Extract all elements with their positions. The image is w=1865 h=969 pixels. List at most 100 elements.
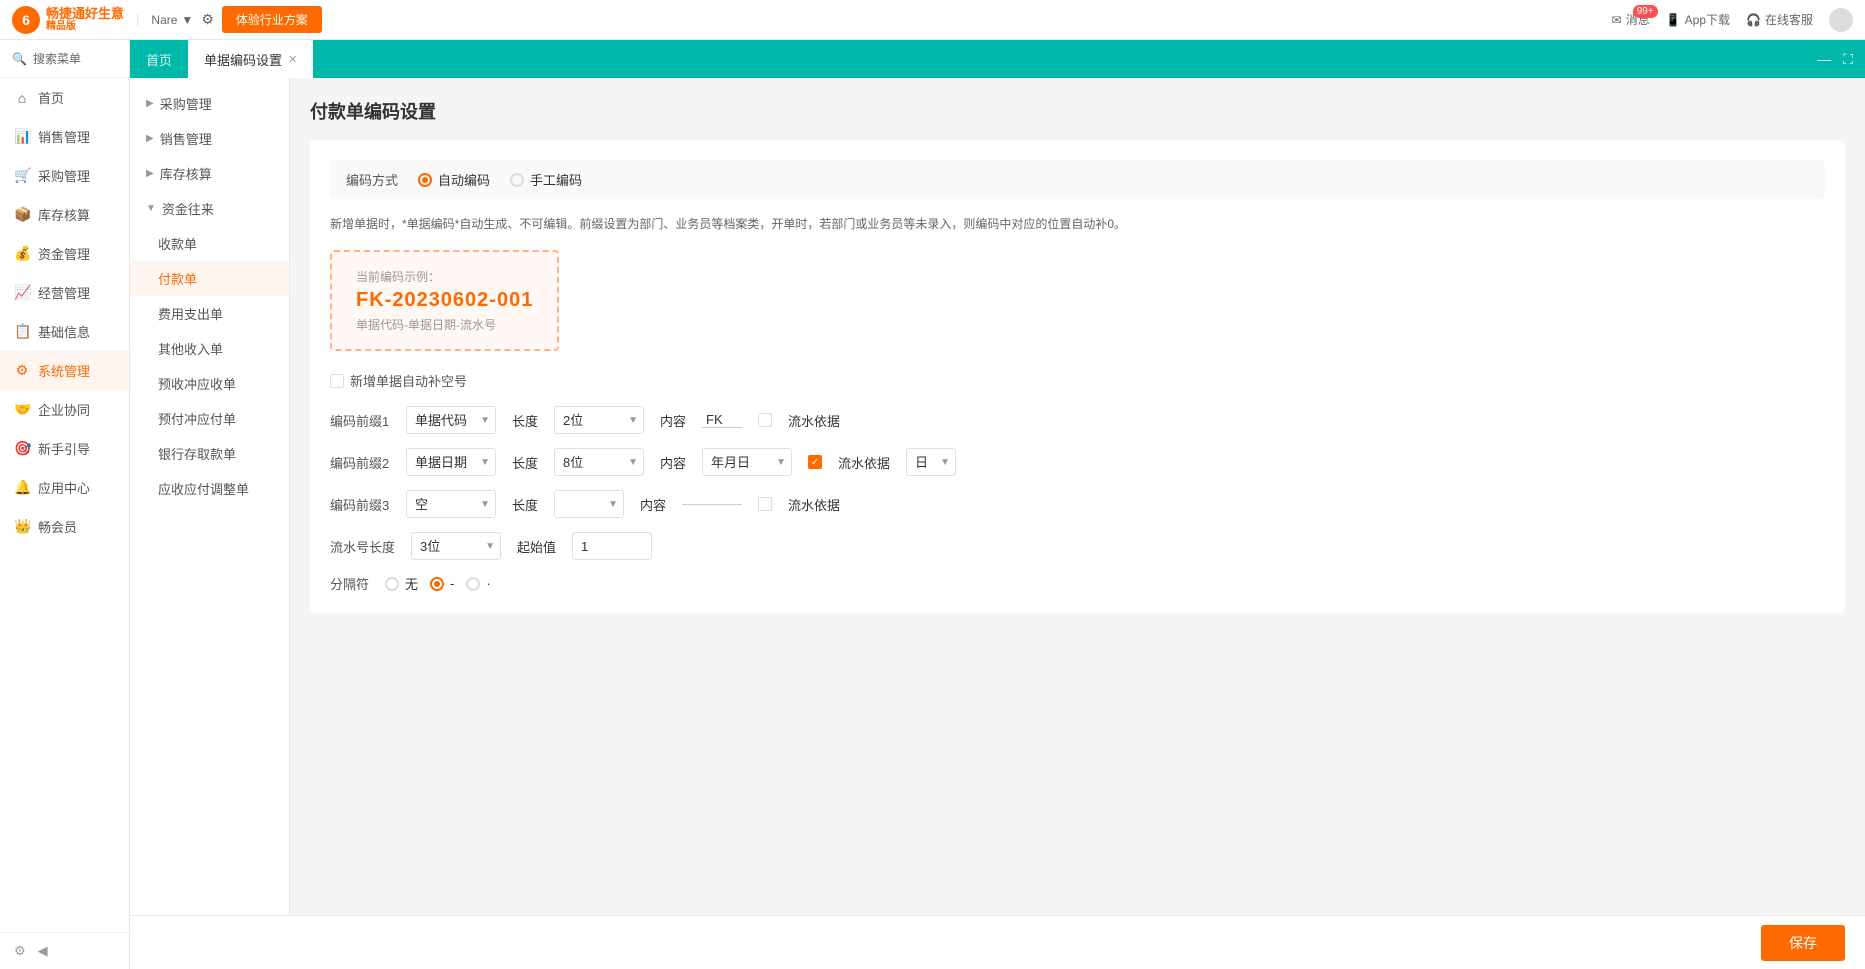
content-area: ▶ 采购管理 ▶ 销售管理 ▶ 库存核算 bbox=[130, 78, 1865, 915]
auto-fill-checkbox-row: 新增单据自动补空号 bbox=[330, 371, 1825, 390]
preview-code: FK-20230602-001 bbox=[356, 289, 533, 312]
sidebar-item-inventory-label: 库存核算 bbox=[38, 205, 90, 224]
sidebar-item-enterprise[interactable]: 🤝 企业协同 bbox=[0, 390, 129, 429]
save-button[interactable]: 保存 bbox=[1761, 925, 1845, 961]
tab-home-label: 首页 bbox=[146, 50, 172, 69]
finance-icon: 💰 bbox=[14, 245, 30, 262]
online-service-button[interactable]: 🎧 在线客服 bbox=[1746, 11, 1813, 28]
tab-close-icon[interactable]: ✕ bbox=[288, 53, 297, 66]
prefix1-watermark-label: 流水依据 bbox=[788, 411, 840, 430]
sep-dot1-radio-btn bbox=[430, 577, 444, 591]
chevron-down-icon: ▼ bbox=[181, 13, 193, 27]
menu-group-sales-header[interactable]: ▶ 销售管理 bbox=[130, 121, 289, 156]
collapse-icon[interactable]: ◀ bbox=[38, 943, 48, 959]
prefix1-select[interactable]: 单据代码 bbox=[406, 406, 496, 434]
search-menu-label: 搜索菜单 bbox=[33, 50, 81, 67]
company-select[interactable]: Nare ▼ bbox=[151, 13, 193, 27]
sidebar-item-vip[interactable]: 👑 畅会员 bbox=[0, 507, 129, 546]
menu-item-prepayment-offset[interactable]: 预收冲应收单 bbox=[130, 366, 289, 401]
prefix3-watermark-checkbox[interactable] bbox=[758, 497, 772, 511]
sidebar-item-base-info[interactable]: 📋 基础信息 bbox=[0, 312, 129, 351]
menu-item-adjust[interactable]: 应收应付调整单 bbox=[130, 471, 289, 506]
top-bar: 6 畅捷通好生意 精品版 | Nare ▼ ⚙ 体验行业方案 ✉ 消息 99+ … bbox=[0, 0, 1865, 40]
menu-group-purchase-label: 采购管理 bbox=[160, 94, 212, 113]
prefix1-select-wrapper: 单据代码 ▼ bbox=[406, 406, 496, 434]
prefix2-length-label: 长度 bbox=[512, 453, 538, 472]
menu-group-inventory-label: 库存核算 bbox=[160, 164, 212, 183]
gear-icon[interactable]: ⚙ bbox=[201, 11, 214, 28]
prefix3-content-value bbox=[682, 504, 742, 505]
tab-actions: — ⛶ bbox=[1813, 47, 1865, 72]
sep-dot2-radio[interactable]: · bbox=[466, 576, 490, 591]
experience-button[interactable]: 体验行业方案 bbox=[222, 6, 322, 33]
left-menu: ▶ 采购管理 ▶ 销售管理 ▶ 库存核算 bbox=[130, 78, 290, 915]
chevron-right-icon-3: ▶ bbox=[146, 168, 154, 179]
user-avatar[interactable] bbox=[1829, 8, 1853, 32]
sidebar-item-home[interactable]: ⌂ 首页 bbox=[0, 78, 129, 117]
prefix2-select[interactable]: 单据日期 bbox=[406, 448, 496, 476]
sep-none-radio[interactable]: 无 bbox=[385, 574, 418, 593]
sidebar-item-business[interactable]: 📈 经营管理 bbox=[0, 273, 129, 312]
message-button[interactable]: ✉ 消息 99+ bbox=[1612, 11, 1650, 28]
menu-item-advance-offset[interactable]: 预付冲应付单 bbox=[130, 401, 289, 436]
prefix2-content-select[interactable]: 年月日 bbox=[702, 448, 792, 476]
menu-group-inventory-header[interactable]: ▶ 库存核算 bbox=[130, 156, 289, 191]
tab-minimize-button[interactable]: — bbox=[1813, 47, 1835, 72]
sales-icon: 📊 bbox=[14, 128, 30, 145]
sidebar-item-purchase[interactable]: 🛒 采购管理 bbox=[0, 156, 129, 195]
sep-dot1-radio[interactable]: - bbox=[430, 576, 454, 591]
guide-icon: 🎯 bbox=[14, 440, 30, 457]
sidebar-item-system[interactable]: ⚙ 系统管理 bbox=[0, 351, 129, 390]
prefix1-length-select[interactable]: 2位 bbox=[554, 406, 644, 434]
serial-length-select[interactable]: 3位 bbox=[411, 532, 501, 560]
sidebar-item-vip-label: 畅会员 bbox=[38, 517, 77, 536]
top-bar-right: ✉ 消息 99+ 📱 App下载 🎧 在线客服 bbox=[1612, 8, 1853, 32]
menu-item-receipt[interactable]: 收款单 bbox=[130, 226, 289, 261]
message-badge: 99+ bbox=[1633, 5, 1658, 18]
app-download-button[interactable]: 📱 App下载 bbox=[1666, 11, 1730, 28]
sidebar-item-sales-label: 销售管理 bbox=[38, 127, 90, 146]
tab-maximize-button[interactable]: ⛶ bbox=[1839, 47, 1857, 72]
sidebar-item-finance[interactable]: 💰 资金管理 bbox=[0, 234, 129, 273]
tab-encode-settings[interactable]: 单据编码设置 ✕ bbox=[188, 40, 313, 78]
prefix3-length-select[interactable] bbox=[554, 490, 624, 518]
manual-radio-btn bbox=[510, 173, 524, 187]
prefix2-watermark-label: 流水依据 bbox=[838, 453, 890, 472]
menu-item-bank[interactable]: 银行存取款单 bbox=[130, 436, 289, 471]
menu-item-expense[interactable]: 费用支出单 bbox=[130, 296, 289, 331]
online-service-label: 在线客服 bbox=[1765, 11, 1813, 28]
prefix2-date-unit-select[interactable]: 日 bbox=[906, 448, 956, 476]
sidebar-item-inventory[interactable]: 📦 库存核算 bbox=[0, 195, 129, 234]
menu-item-payment[interactable]: 付款单 bbox=[130, 261, 289, 296]
tab-home[interactable]: 首页 bbox=[130, 40, 188, 78]
prefix2-content-wrapper: 年月日 ▼ bbox=[702, 448, 792, 476]
sidebar-item-app-center[interactable]: 🔔 应用中心 bbox=[0, 468, 129, 507]
sidebar-nav: ⌂ 首页 📊 销售管理 🛒 采购管理 📦 库存核算 💰 资金管理 📈 经营 bbox=[0, 78, 129, 932]
settings-bottom-icon[interactable]: ⚙ bbox=[14, 943, 26, 959]
auto-encoding-radio[interactable]: 自动编码 bbox=[418, 170, 490, 189]
auto-fill-checkbox[interactable] bbox=[330, 374, 344, 388]
prefix3-select[interactable]: 空 bbox=[406, 490, 496, 518]
prefix1-content-value: FK bbox=[702, 412, 742, 428]
prefix1-watermark-checkbox[interactable] bbox=[758, 413, 772, 427]
chevron-right-icon-2: ▶ bbox=[146, 133, 154, 144]
preview-label: 当前编码示例： bbox=[356, 268, 533, 285]
sep-none-radio-btn bbox=[385, 577, 399, 591]
prefix2-length-select[interactable]: 8位 bbox=[554, 448, 644, 476]
search-menu-button[interactable]: 🔍 搜索菜单 bbox=[0, 40, 129, 78]
menu-group-capital-header[interactable]: ▼ 资金往来 bbox=[130, 191, 289, 226]
menu-item-other-income[interactable]: 其他收入单 bbox=[130, 331, 289, 366]
prefix2-date-unit-wrapper: 日 ▼ bbox=[906, 448, 956, 476]
prefix1-label: 编码前缀1 bbox=[330, 411, 390, 430]
menu-group-purchase-header[interactable]: ▶ 采购管理 bbox=[130, 86, 289, 121]
prefix2-label: 编码前缀2 bbox=[330, 453, 390, 472]
prefix2-watermark-checkbox[interactable]: ✓ bbox=[808, 455, 822, 469]
sep-dot2-label: · bbox=[486, 576, 490, 591]
serial-start-input[interactable] bbox=[572, 532, 652, 560]
serial-row: 流水号长度 3位 ▼ 起始值 bbox=[330, 532, 1825, 560]
serial-start-label: 起始值 bbox=[517, 537, 556, 556]
sidebar-item-guide[interactable]: 🎯 新手引导 bbox=[0, 429, 129, 468]
manual-encoding-radio[interactable]: 手工编码 bbox=[510, 170, 582, 189]
separator-options: 无 - · bbox=[385, 574, 491, 593]
sidebar-item-sales[interactable]: 📊 销售管理 bbox=[0, 117, 129, 156]
